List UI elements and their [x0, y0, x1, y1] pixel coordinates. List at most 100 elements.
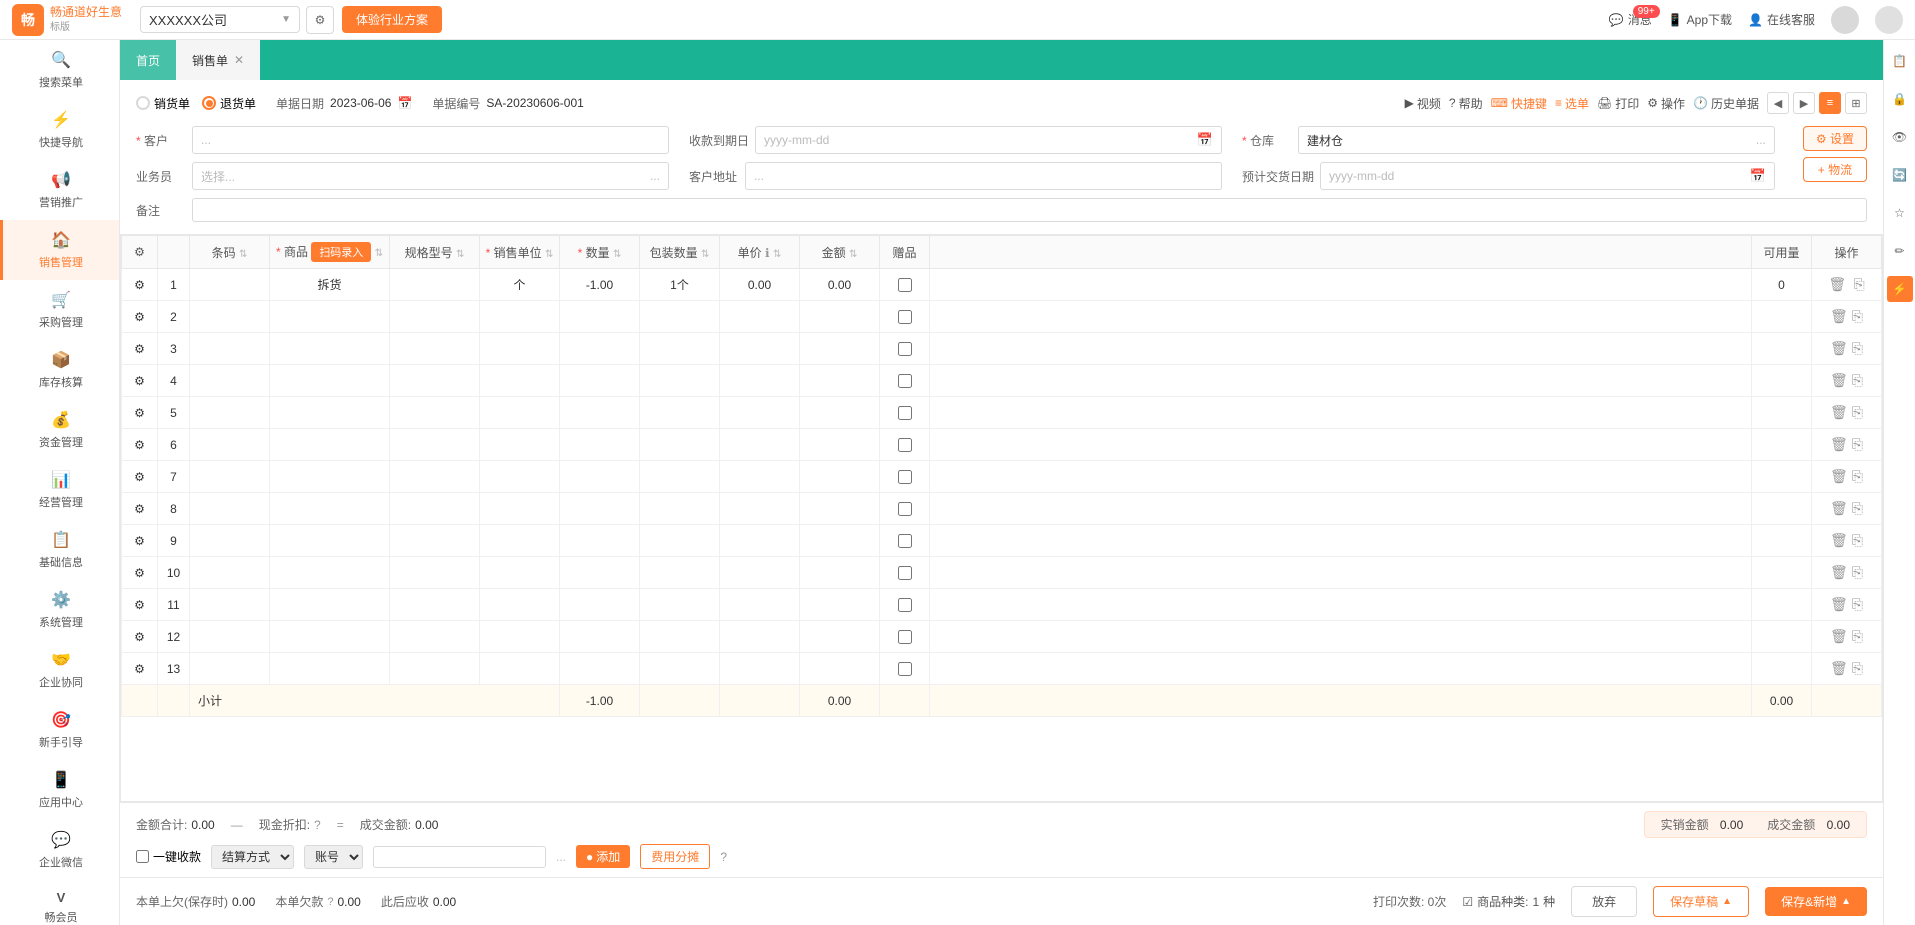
- pager-prev[interactable]: ◀: [1767, 92, 1789, 114]
- shortcut-btn[interactable]: ⌨ 快捷键: [1491, 95, 1547, 112]
- goods-type-checkbox[interactable]: ☑: [1462, 895, 1473, 909]
- radio-return[interactable]: 退货单: [202, 95, 256, 112]
- select-icon: ≡: [1555, 96, 1562, 110]
- gift-checkbox-2[interactable]: [898, 310, 912, 324]
- gift-checkbox-1[interactable]: [898, 278, 912, 292]
- message-button[interactable]: 💬 消息 99+: [1609, 11, 1652, 28]
- payment-method-select[interactable]: 结算方式: [211, 845, 294, 869]
- sidebar-item-guide[interactable]: 🎯 新手引导: [0, 700, 119, 760]
- sidebar-item-search[interactable]: 🔍 搜索菜单: [0, 40, 119, 100]
- sidebar-item-system[interactable]: ⚙️ 系统管理: [0, 580, 119, 640]
- rs-edit-icon[interactable]: ✏: [1887, 238, 1913, 264]
- save-draft-button[interactable]: 保存草稿 ▲: [1653, 886, 1749, 917]
- salesperson-input[interactable]: 选择... ...: [192, 162, 669, 190]
- payment-date-input[interactable]: yyyy-mm-dd 📅: [755, 126, 1222, 154]
- add-payment-button[interactable]: ● 添加: [576, 845, 630, 868]
- tab-close-icon[interactable]: ✕: [234, 53, 244, 67]
- radio-return-circle: [202, 96, 216, 110]
- rs-star-icon[interactable]: ☆: [1887, 200, 1913, 226]
- sidebar-item-sales[interactable]: 🏠 销售管理: [0, 220, 119, 280]
- sidebar-item-basic[interactable]: 📋 基础信息: [0, 520, 119, 580]
- sidebar-item-appstore[interactable]: 📱 应用中心: [0, 760, 119, 820]
- sidebar-item-marketing[interactable]: 📢 营销推广: [0, 160, 119, 220]
- amount-input[interactable]: [373, 846, 546, 868]
- row-qty-1[interactable]: -1.00: [560, 269, 640, 301]
- one-click-payment-check[interactable]: [136, 850, 149, 863]
- doc-actions-right: ▶ 视频 ? 帮助 ⌨ 快捷键 ≡ 选单: [1405, 92, 1867, 114]
- help-btn[interactable]: ? 帮助: [1449, 95, 1483, 112]
- logistics-button[interactable]: + 物流: [1803, 157, 1867, 182]
- one-click-payment-checkbox[interactable]: 一键收款: [136, 848, 201, 865]
- table-row: ⚙6🗑⎘: [122, 429, 1882, 461]
- top-settings-button[interactable]: ⚙: [306, 6, 334, 34]
- price-info-icon[interactable]: ℹ: [765, 246, 770, 260]
- user-avatar-2[interactable]: [1875, 6, 1903, 34]
- th-settings[interactable]: ⚙: [122, 236, 158, 269]
- save-new-button[interactable]: 保存&新增 ▲: [1765, 887, 1867, 916]
- company-selector[interactable]: XXXXXX公司 ▼: [140, 6, 300, 33]
- copy-icon-2[interactable]: ⎘: [1852, 308, 1863, 324]
- video-btn[interactable]: ▶ 视频: [1405, 95, 1441, 112]
- th-gift: 赠品: [880, 236, 930, 269]
- row-unit-1[interactable]: 个: [480, 269, 560, 301]
- delete-icon-2[interactable]: 🗑: [1830, 308, 1848, 324]
- tab-home[interactable]: 首页: [120, 40, 176, 80]
- rs-clipboard-icon[interactable]: 📋: [1887, 48, 1913, 74]
- warehouse-input[interactable]: 建材仓 ...: [1298, 126, 1775, 154]
- calendar-icon[interactable]: 📅: [397, 96, 412, 110]
- print-btn[interactable]: 🖨 打印: [1597, 95, 1639, 112]
- rs-orange-icon[interactable]: ⚡: [1887, 276, 1913, 302]
- fees-button[interactable]: 费用分摊: [640, 844, 710, 869]
- setting-button[interactable]: ⚙ 设置: [1803, 126, 1867, 151]
- quicknav-icon: ⚡: [51, 110, 71, 130]
- expected-date-input[interactable]: yyyy-mm-dd 📅: [1320, 162, 1775, 190]
- operate-btn[interactable]: ⚙ 操作: [1647, 95, 1685, 112]
- pager-next[interactable]: ▶: [1793, 92, 1815, 114]
- online-service-button[interactable]: 👤 在线客服: [1748, 11, 1815, 28]
- rs-eye-icon[interactable]: 👁: [1887, 124, 1913, 150]
- delete-icon-1[interactable]: 🗑: [1828, 276, 1846, 292]
- remark-input[interactable]: [192, 198, 1867, 222]
- sidebar-item-quick-nav[interactable]: ⚡ 快捷导航: [0, 100, 119, 160]
- address-input[interactable]: ...: [745, 162, 1222, 190]
- tab-sales-order[interactable]: 销售单 ✕: [176, 40, 260, 80]
- radio-sales[interactable]: 销货单: [136, 95, 190, 112]
- rs-lock-icon[interactable]: 🔒: [1887, 86, 1913, 112]
- sidebar-item-finance[interactable]: 💰 资金管理: [0, 400, 119, 460]
- tabs-bar: 首页 销售单 ✕: [120, 40, 1883, 80]
- table-row: ⚙8🗑⎘: [122, 493, 1882, 525]
- customer-input[interactable]: ...: [192, 126, 669, 154]
- copy-icon-1[interactable]: ⎘: [1853, 276, 1864, 292]
- row-barcode-1[interactable]: [190, 269, 270, 301]
- app-download-button[interactable]: 📱 App下载: [1668, 11, 1732, 28]
- sidebar-item-member[interactable]: V 畅会员: [0, 880, 119, 925]
- sidebar-item-ops[interactable]: 📊 经营管理: [0, 460, 119, 520]
- sidebar-item-enterprise[interactable]: 🤝 企业协同: [0, 640, 119, 700]
- scan-button[interactable]: 扫码录入: [311, 242, 371, 262]
- history-btn[interactable]: 🕐 历史单据: [1693, 95, 1759, 112]
- discard-button[interactable]: 放弃: [1571, 886, 1637, 917]
- user-avatar[interactable]: [1831, 6, 1859, 34]
- row-goods-1[interactable]: 拆货: [270, 269, 390, 301]
- th-qty: * 数量 ⇅: [560, 236, 640, 269]
- sidebar-item-purchase[interactable]: 🛒 采购管理: [0, 280, 119, 340]
- row-amount-1[interactable]: 0.00: [800, 269, 880, 301]
- account-select[interactable]: 账号: [304, 845, 363, 869]
- video-icon: ▶: [1405, 96, 1414, 110]
- fees-info-icon[interactable]: ?: [720, 850, 727, 864]
- pager-list[interactable]: ⊞: [1845, 92, 1867, 114]
- row-pack-qty-1[interactable]: 1个: [640, 269, 720, 301]
- logo-text: 畅通道好生意 标版: [50, 5, 122, 34]
- rs-refresh-icon[interactable]: 🔄: [1887, 162, 1913, 188]
- row-gift-1[interactable]: [880, 269, 930, 301]
- discount-info-icon[interactable]: ?: [314, 818, 321, 832]
- arrears-info-icon[interactable]: ?: [327, 896, 333, 908]
- sidebar-item-inventory[interactable]: 📦 库存核算: [0, 340, 119, 400]
- experience-button[interactable]: 体验行业方案: [342, 6, 442, 33]
- sidebar-item-wechat[interactable]: 💬 企业微信: [0, 820, 119, 880]
- purchase-icon: 🛒: [51, 290, 71, 310]
- pager-grid[interactable]: ≡: [1819, 92, 1841, 114]
- row-price-1[interactable]: 0.00: [720, 269, 800, 301]
- row-spec-1[interactable]: [390, 269, 480, 301]
- select-btn[interactable]: ≡ 选单: [1555, 95, 1589, 112]
